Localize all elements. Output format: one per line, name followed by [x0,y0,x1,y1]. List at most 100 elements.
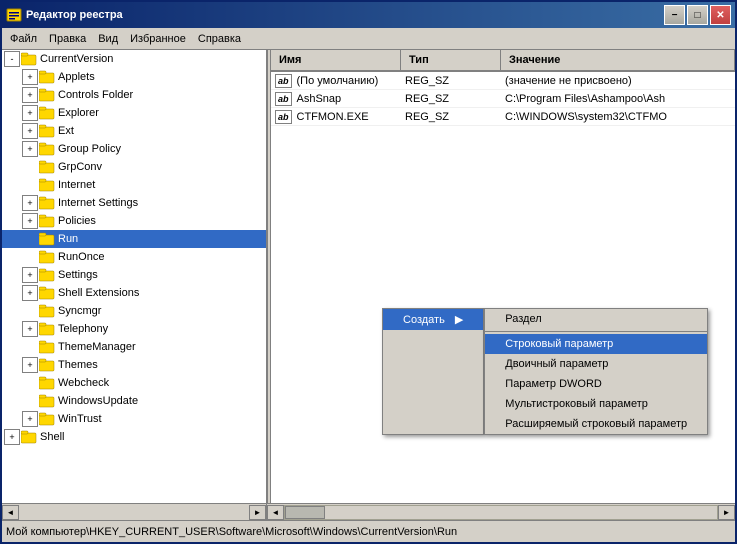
reg-type-default: REG_SZ [401,75,501,87]
tree-label-grouppolicy: Group Policy [58,143,121,155]
submenu-item-string[interactable]: Строковый параметр [485,334,707,354]
tree-item-themes[interactable]: + Themes [2,356,266,374]
tree-label-explorer: Explorer [58,107,99,119]
tree-label-runonce: RunOnce [58,251,104,263]
ab-icon-ashsnap: ab [275,92,292,106]
reg-row-ctfmon[interactable]: ab CTFMON.EXE REG_SZ C:\WINDOWS\system32… [271,108,735,126]
tree-label-internet: Internet [58,179,95,191]
tree-item-run[interactable]: Run [2,230,266,248]
tree-label-settings: Settings [58,269,98,281]
submenu-item-multistring[interactable]: Мультистроковый параметр [485,394,707,414]
title-bar: Редактор реестра − □ ✕ [2,2,735,28]
expander-ext[interactable]: + [22,123,38,139]
left-horizontal-scrollbar[interactable]: ◄ ► [2,504,267,520]
tree-item-shellextensions[interactable]: + Shell Extensions [2,284,266,302]
reg-type-ctfmon: REG_SZ [401,111,501,123]
tree-label-run: Run [58,233,78,245]
expander-themes[interactable]: + [22,357,38,373]
col-header-type[interactable]: Тип [401,50,501,70]
expander-applets[interactable]: + [22,69,38,85]
main-window: Редактор реестра − □ ✕ Файл Правка Вид И… [0,0,737,544]
tree-item-controlsfolder[interactable]: + Controls Folder [2,86,266,104]
window-title: Редактор реестра [26,9,664,21]
close-button[interactable]: ✕ [710,5,731,25]
tree-container[interactable]: - CurrentVersion + Applets + [2,50,266,503]
expander-telephony[interactable]: + [22,321,38,337]
submenu-item-expandstring[interactable]: Расширяемый строковый параметр [485,414,707,434]
expander-wintrust[interactable]: + [22,411,38,427]
tree-item-thememanager[interactable]: ThemeManager [2,338,266,356]
tree-item-internet[interactable]: Internet [2,176,266,194]
maximize-button[interactable]: □ [687,5,708,25]
expander-syncmgr [22,303,38,319]
tree-label-currentversion: CurrentVersion [40,53,113,65]
menu-help[interactable]: Справка [192,31,247,47]
tree-item-grouppolicy[interactable]: + Group Policy [2,140,266,158]
expander-explorer[interactable]: + [22,105,38,121]
ctx-create-item[interactable]: Создать ▶ [383,309,483,330]
tree-label-wintrust: WinTrust [58,413,102,425]
tree-item-policies[interactable]: + Policies [2,212,266,230]
tree-label-policies: Policies [58,215,96,227]
tree-item-telephony[interactable]: + Telephony [2,320,266,338]
tree-item-currentversion[interactable]: - CurrentVersion [2,50,266,68]
menu-favorites[interactable]: Избранное [124,31,192,47]
col-header-name[interactable]: Имя [271,50,401,70]
tree-item-webcheck[interactable]: Webcheck [2,374,266,392]
tree-item-grpconv[interactable]: GrpConv [2,158,266,176]
menu-edit[interactable]: Правка [43,31,92,47]
folder-icon-explorer [39,106,55,120]
tree-label-applets: Applets [58,71,95,83]
folder-icon-thememanager [39,340,55,354]
context-menu-container: Создать ▶ Раздел Строковый параметр Двои… [382,308,708,435]
reg-row-ashsnap[interactable]: ab AshSnap REG_SZ C:\Program Files\Asham… [271,90,735,108]
tree-item-runonce[interactable]: RunOnce [2,248,266,266]
tree-label-grpconv: GrpConv [58,161,102,173]
tree-label-thememanager: ThemeManager [58,341,136,353]
tree-label-windowsupdate: WindowsUpdate [58,395,138,407]
submenu-item-dword[interactable]: Параметр DWORD [485,374,707,394]
expander-currentversion[interactable]: - [4,51,20,67]
app-icon [6,7,22,23]
folder-icon-settings [39,268,55,282]
tree-item-explorer[interactable]: + Explorer [2,104,266,122]
submenu-arrow: ▶ [445,313,463,326]
expander-settings[interactable]: + [22,267,38,283]
tree-label-ext: Ext [58,125,74,137]
tree-label-shellextensions: Shell Extensions [58,287,139,299]
submenu-item-section[interactable]: Раздел [485,309,707,329]
col-header-value[interactable]: Значение [501,50,735,70]
reg-row-default[interactable]: ab (По умолчанию) REG_SZ (значение не пр… [271,72,735,90]
menu-file[interactable]: Файл [4,31,43,47]
tree-item-settings[interactable]: + Settings [2,266,266,284]
expander-controlsfolder[interactable]: + [22,87,38,103]
status-bar: Мой компьютер\HKEY_CURRENT_USER\Software… [2,520,735,542]
right-horizontal-scrollbar[interactable]: ◄ ► [267,504,735,520]
right-panel: Имя Тип Значение ab (По умолчанию) REG_S… [271,50,735,503]
expander-grouppolicy[interactable]: + [22,141,38,157]
tree-label-themes: Themes [58,359,98,371]
tree-item-applets[interactable]: + Applets [2,68,266,86]
expander-runonce [22,249,38,265]
expander-policies[interactable]: + [22,213,38,229]
tree-item-syncmgr[interactable]: Syncmgr [2,302,266,320]
expander-thememanager [22,339,38,355]
tree-label-webcheck: Webcheck [58,377,109,389]
tree-item-wintrust[interactable]: + WinTrust [2,410,266,428]
tree-item-ext[interactable]: + Ext [2,122,266,140]
window-controls: − □ ✕ [664,5,731,25]
submenu-item-binary[interactable]: Двоичный параметр [485,354,707,374]
tree-item-windowsupdate[interactable]: WindowsUpdate [2,392,266,410]
expander-internetsettings[interactable]: + [22,195,38,211]
folder-icon-grpconv [39,160,55,174]
expander-shellextensions[interactable]: + [22,285,38,301]
tree-item-shell[interactable]: + Shell [2,428,266,446]
expander-webcheck [22,375,38,391]
minimize-button[interactable]: − [664,5,685,25]
menu-view[interactable]: Вид [92,31,124,47]
folder-icon-themes [39,358,55,372]
expander-windowsupdate [22,393,38,409]
expander-shell[interactable]: + [4,429,20,445]
bottom-scrollbar-area: ◄ ► ◄ ► [2,503,735,520]
tree-item-internetsettings[interactable]: + Internet Settings [2,194,266,212]
